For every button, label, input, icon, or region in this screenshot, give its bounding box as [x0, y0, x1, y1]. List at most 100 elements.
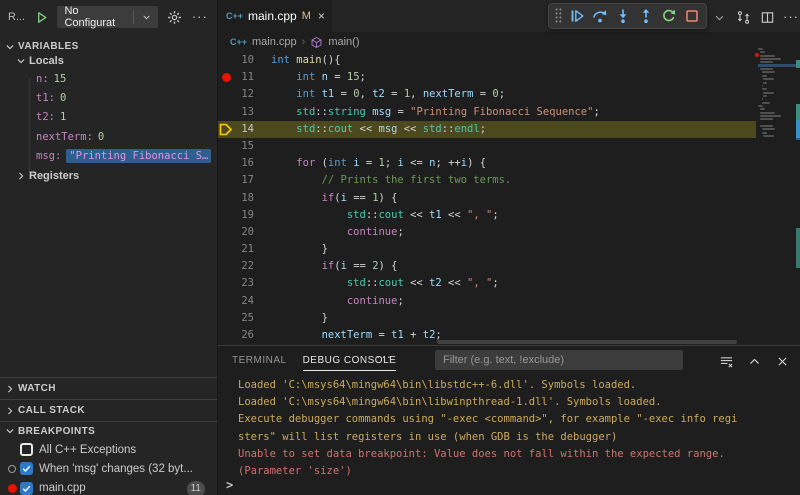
split-editor-button[interactable] [758, 8, 776, 26]
code-line-16[interactable]: 16 for (int i = 1; i <= n; ++i) { [218, 155, 756, 172]
compare-changes-button[interactable] [734, 8, 752, 26]
code-text: std::string msg = "Printing Fibonacci Se… [259, 104, 600, 121]
code-text: if(i == 1) { [259, 190, 397, 207]
step-into-button[interactable] [611, 4, 634, 28]
console-input-prompt[interactable]: > [226, 478, 233, 492]
panel-tab-terminal[interactable]: TERMINAL [232, 350, 287, 370]
code-line-23[interactable]: 23 std::cout << t2 << ", "; [218, 275, 756, 292]
breakpoint-gutter[interactable] [218, 155, 236, 172]
variable-row-n[interactable]: n:15 [0, 69, 217, 88]
editor-more-actions-button[interactable]: ··· [782, 8, 800, 26]
run-and-debug-toolbar: R... No Configurat ··· [0, 0, 217, 34]
breakpoints-section-header[interactable]: BREAKPOINTS [0, 421, 217, 440]
breakpoint-gutter[interactable] [218, 310, 236, 327]
variable-row-t1[interactable]: t1:0 [0, 88, 217, 107]
dropdown-separator [133, 10, 134, 24]
registers-scope-row[interactable]: Registers [0, 167, 217, 185]
filter-input[interactable] [435, 350, 683, 370]
current-line-arrow-icon[interactable] [218, 121, 236, 138]
panel-action-icons [716, 351, 792, 371]
line-number: 10 [236, 52, 254, 69]
close-panel-button[interactable] [772, 351, 792, 371]
breadcrumb-symbol[interactable]: main() [328, 36, 359, 48]
debug-configuration-dropdown[interactable]: No Configurat [57, 6, 158, 28]
clear-console-button[interactable] [716, 351, 736, 371]
breakpoint-gutter[interactable] [218, 241, 236, 258]
more-actions-icon: ··· [783, 12, 799, 22]
breakpoint-gutter[interactable] [218, 275, 236, 292]
debug-dropdown-button[interactable] [710, 8, 728, 26]
line-number: 23 [236, 275, 254, 292]
step-out-button[interactable] [634, 4, 657, 28]
breakpoint-checkbox[interactable] [20, 443, 33, 456]
breakpoint-gutter[interactable] [218, 172, 236, 189]
restart-button[interactable] [657, 4, 680, 28]
minimap[interactable] [758, 44, 796, 164]
breakpoint-gutter[interactable] [218, 138, 236, 155]
breakpoint-gutter[interactable] [218, 224, 236, 241]
breakpoint-gutter[interactable] [218, 104, 236, 121]
variable-row-t2[interactable]: t2:1 [0, 108, 217, 127]
breakpoint-gutter[interactable] [218, 327, 236, 344]
call-stack-section-header[interactable]: CALL STACK [0, 399, 217, 421]
start-debugging-button[interactable] [32, 7, 50, 27]
breakpoint-checkbox[interactable] [20, 482, 33, 495]
code-line-20[interactable]: 20 continue; [218, 224, 756, 241]
step-over-icon [592, 8, 608, 24]
breakpoint-count-badge: 11 [187, 481, 205, 495]
breadcrumb-file[interactable]: main.cpp [252, 36, 297, 48]
close-icon [776, 355, 789, 368]
step-over-button[interactable] [588, 4, 611, 28]
code-line-19[interactable]: 19 std::cout << t1 << ", "; [218, 207, 756, 224]
code-line-15[interactable]: 15 [218, 138, 756, 155]
code-text: continue; [259, 224, 404, 241]
code-line-14[interactable]: 14 std::cout << msg << std::endl; [218, 121, 756, 138]
minimap-line [760, 58, 782, 60]
variable-row-nextTerm[interactable]: nextTerm:0 [0, 127, 217, 146]
breakpoint-gutter[interactable] [218, 86, 236, 103]
breakpoint-gutter[interactable] [218, 207, 236, 224]
breakpoint-icon[interactable] [218, 69, 236, 86]
more-icon: ··· [192, 12, 208, 22]
breakpoint-row-2[interactable]: main.cpp11 [0, 479, 217, 495]
code-line-17[interactable]: 17 // Prints the first two terms. [218, 172, 756, 189]
more-actions-button[interactable]: ··· [191, 7, 209, 27]
continue-icon [569, 8, 585, 24]
watch-section-header[interactable]: WATCH [0, 377, 217, 399]
breakpoint-gutter[interactable] [218, 293, 236, 310]
code-line-21[interactable]: 21 } [218, 241, 756, 258]
breakpoint-label: All C++ Exceptions [39, 444, 136, 456]
code-line-24[interactable]: 24 continue; [218, 293, 756, 310]
call-stack-title: CALL STACK [18, 405, 85, 416]
variable-row-msg[interactable]: msg:"Printing Fibonacci S… [0, 146, 217, 165]
code-line-25[interactable]: 25 } [218, 310, 756, 327]
code-line-18[interactable]: 18 if(i == 1) { [218, 190, 756, 207]
horizontal-scrollbar[interactable] [437, 340, 737, 344]
code-line-13[interactable]: 13 std::string msg = "Printing Fibonacci… [218, 104, 756, 121]
close-tab-icon[interactable]: × [318, 9, 325, 23]
minimap-line [760, 108, 765, 110]
breakpoint-gutter[interactable] [218, 52, 236, 69]
breakpoint-gutter[interactable] [218, 258, 236, 275]
drag-gripper[interactable] [552, 4, 565, 28]
code-line-22[interactable]: 22 if(i == 2) { [218, 258, 756, 275]
minimap-line [763, 92, 774, 94]
stop-button[interactable] [680, 4, 703, 28]
locals-scope-row[interactable]: Locals [0, 52, 217, 70]
code-line-10[interactable]: 10int main(){ [218, 52, 756, 69]
variable-name: t2: [36, 111, 55, 123]
tab-label: main.cpp [248, 9, 297, 23]
maximize-panel-button[interactable] [744, 351, 764, 371]
code-line-12[interactable]: 12 int t1 = 0, t2 = 1, nextTerm = 0; [218, 86, 756, 103]
debug-settings-button[interactable] [165, 7, 183, 27]
continue-button[interactable] [565, 4, 588, 28]
panel-more-actions[interactable]: ··· [376, 352, 392, 362]
breakpoint-checkbox[interactable] [20, 462, 33, 475]
breakpoint-row-0[interactable]: All C++ Exceptions [0, 440, 217, 459]
breakpoint-row-1[interactable]: When 'msg' changes (32 byt... [0, 459, 217, 478]
tab-main-cpp[interactable]: C++ main.cpp M × [218, 0, 332, 32]
code-editor[interactable]: 10int main(){11 int n = 15;12 int t1 = 0… [218, 52, 756, 344]
code-line-11[interactable]: 11 int n = 15; [218, 69, 756, 86]
chevron-right-icon [5, 406, 15, 416]
breakpoint-gutter[interactable] [218, 190, 236, 207]
